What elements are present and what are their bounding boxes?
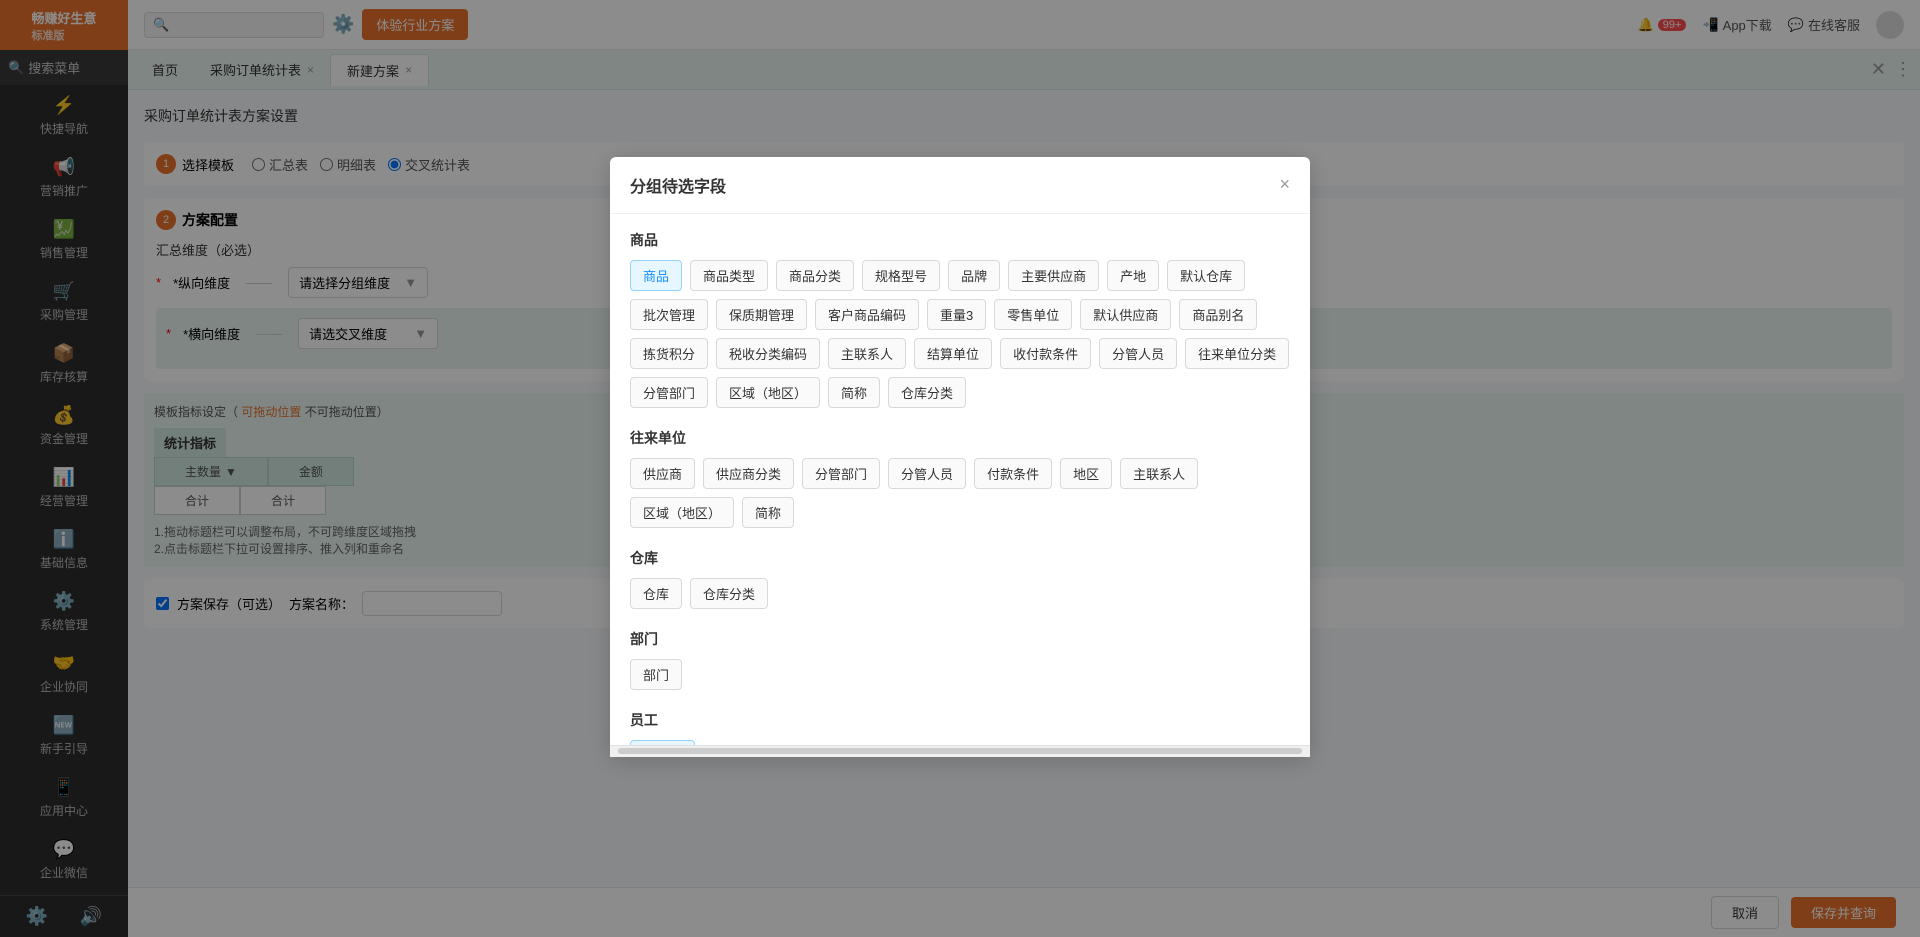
section-product-title: 商品 xyxy=(630,230,1290,250)
hscrollbar-thumb xyxy=(618,748,1302,754)
field-pickup-score[interactable]: 拣货积分 xyxy=(630,338,708,369)
field-mgmt-dept[interactable]: 分管部门 xyxy=(630,377,708,408)
field-main-supplier[interactable]: 主要供应商 xyxy=(1008,260,1099,291)
dialog-close-button[interactable]: × xyxy=(1279,174,1290,195)
field-warehouse-category[interactable]: 仓库分类 xyxy=(690,578,768,609)
field-brand[interactable]: 品牌 xyxy=(948,260,1000,291)
field-region[interactable]: 区域（地区） xyxy=(716,377,820,408)
department-fields: 部门 xyxy=(630,659,1290,690)
section-partner: 往来单位 供应商 供应商分类 分管部门 分管人员 付款条件 地区 主联系人 区域… xyxy=(630,428,1290,528)
field-supplier-cat[interactable]: 供应商分类 xyxy=(703,458,794,489)
section-department: 部门 部门 xyxy=(630,629,1290,690)
field-main-contact[interactable]: 主联系人 xyxy=(828,338,906,369)
field-tax-code[interactable]: 税收分类编码 xyxy=(716,338,820,369)
field-quality-mgmt[interactable]: 保质期管理 xyxy=(716,299,807,330)
field-product-type[interactable]: 商品类型 xyxy=(690,260,768,291)
field-product[interactable]: 商品 xyxy=(630,260,682,291)
section-product: 商品 商品 商品类型 商品分类 规格型号 品牌 主要供应商 产地 默认仓库 批次… xyxy=(630,230,1290,408)
field-dept[interactable]: 部门 xyxy=(630,659,682,690)
field-payment-terms[interactable]: 收付款条件 xyxy=(1000,338,1091,369)
field-retail-unit[interactable]: 零售单位 xyxy=(994,299,1072,330)
section-department-title: 部门 xyxy=(630,629,1290,649)
field-abbr[interactable]: 简称 xyxy=(828,377,880,408)
section-warehouse: 仓库 仓库 仓库分类 xyxy=(630,548,1290,609)
section-employee: 员工 业务员 xyxy=(630,710,1290,745)
dialog-body[interactable]: 商品 商品 商品类型 商品分类 规格型号 品牌 主要供应商 产地 默认仓库 批次… xyxy=(610,214,1310,745)
field-from-unit-cat[interactable]: 往来单位分类 xyxy=(1185,338,1289,369)
field-product-category[interactable]: 商品分类 xyxy=(776,260,854,291)
field-partner-contact[interactable]: 主联系人 xyxy=(1120,458,1198,489)
field-product-alias[interactable]: 商品别名 xyxy=(1179,299,1257,330)
section-warehouse-title: 仓库 xyxy=(630,548,1290,568)
field-partner-payment[interactable]: 付款条件 xyxy=(974,458,1052,489)
section-employee-title: 员工 xyxy=(630,710,1290,730)
field-partner-dept[interactable]: 分管部门 xyxy=(802,458,880,489)
field-settlement-unit[interactable]: 结算单位 xyxy=(914,338,992,369)
field-default-supplier[interactable]: 默认供应商 xyxy=(1080,299,1171,330)
field-partner-region[interactable]: 地区 xyxy=(1060,458,1112,489)
field-partner-abbr[interactable]: 简称 xyxy=(742,497,794,528)
field-spec-type[interactable]: 规格型号 xyxy=(862,260,940,291)
partner-fields: 供应商 供应商分类 分管部门 分管人员 付款条件 地区 主联系人 区域（地区） … xyxy=(630,458,1290,528)
field-manager[interactable]: 分管人员 xyxy=(1099,338,1177,369)
field-weight3[interactable]: 重量3 xyxy=(927,299,986,330)
field-warehouse-cat[interactable]: 仓库分类 xyxy=(888,377,966,408)
dialog: 分组待选字段 × 商品 商品 商品类型 商品分类 规格型号 品牌 主要供应商 产… xyxy=(610,157,1310,757)
dialog-hscrollbar[interactable] xyxy=(610,745,1310,757)
field-customer-code[interactable]: 客户商品编码 xyxy=(815,299,919,330)
dialog-title: 分组待选字段 xyxy=(630,173,726,197)
product-fields: 商品 商品类型 商品分类 规格型号 品牌 主要供应商 产地 默认仓库 批次管理 … xyxy=(630,260,1290,408)
field-warehouse[interactable]: 仓库 xyxy=(630,578,682,609)
field-origin[interactable]: 产地 xyxy=(1107,260,1159,291)
section-partner-title: 往来单位 xyxy=(630,428,1290,448)
field-default-warehouse[interactable]: 默认仓库 xyxy=(1167,260,1245,291)
warehouse-fields: 仓库 仓库分类 xyxy=(630,578,1290,609)
dialog-header: 分组待选字段 × xyxy=(610,157,1310,214)
field-partner-area[interactable]: 区域（地区） xyxy=(630,497,734,528)
field-partner-manager[interactable]: 分管人员 xyxy=(888,458,966,489)
field-supplier[interactable]: 供应商 xyxy=(630,458,695,489)
field-batch-mgmt[interactable]: 批次管理 xyxy=(630,299,708,330)
